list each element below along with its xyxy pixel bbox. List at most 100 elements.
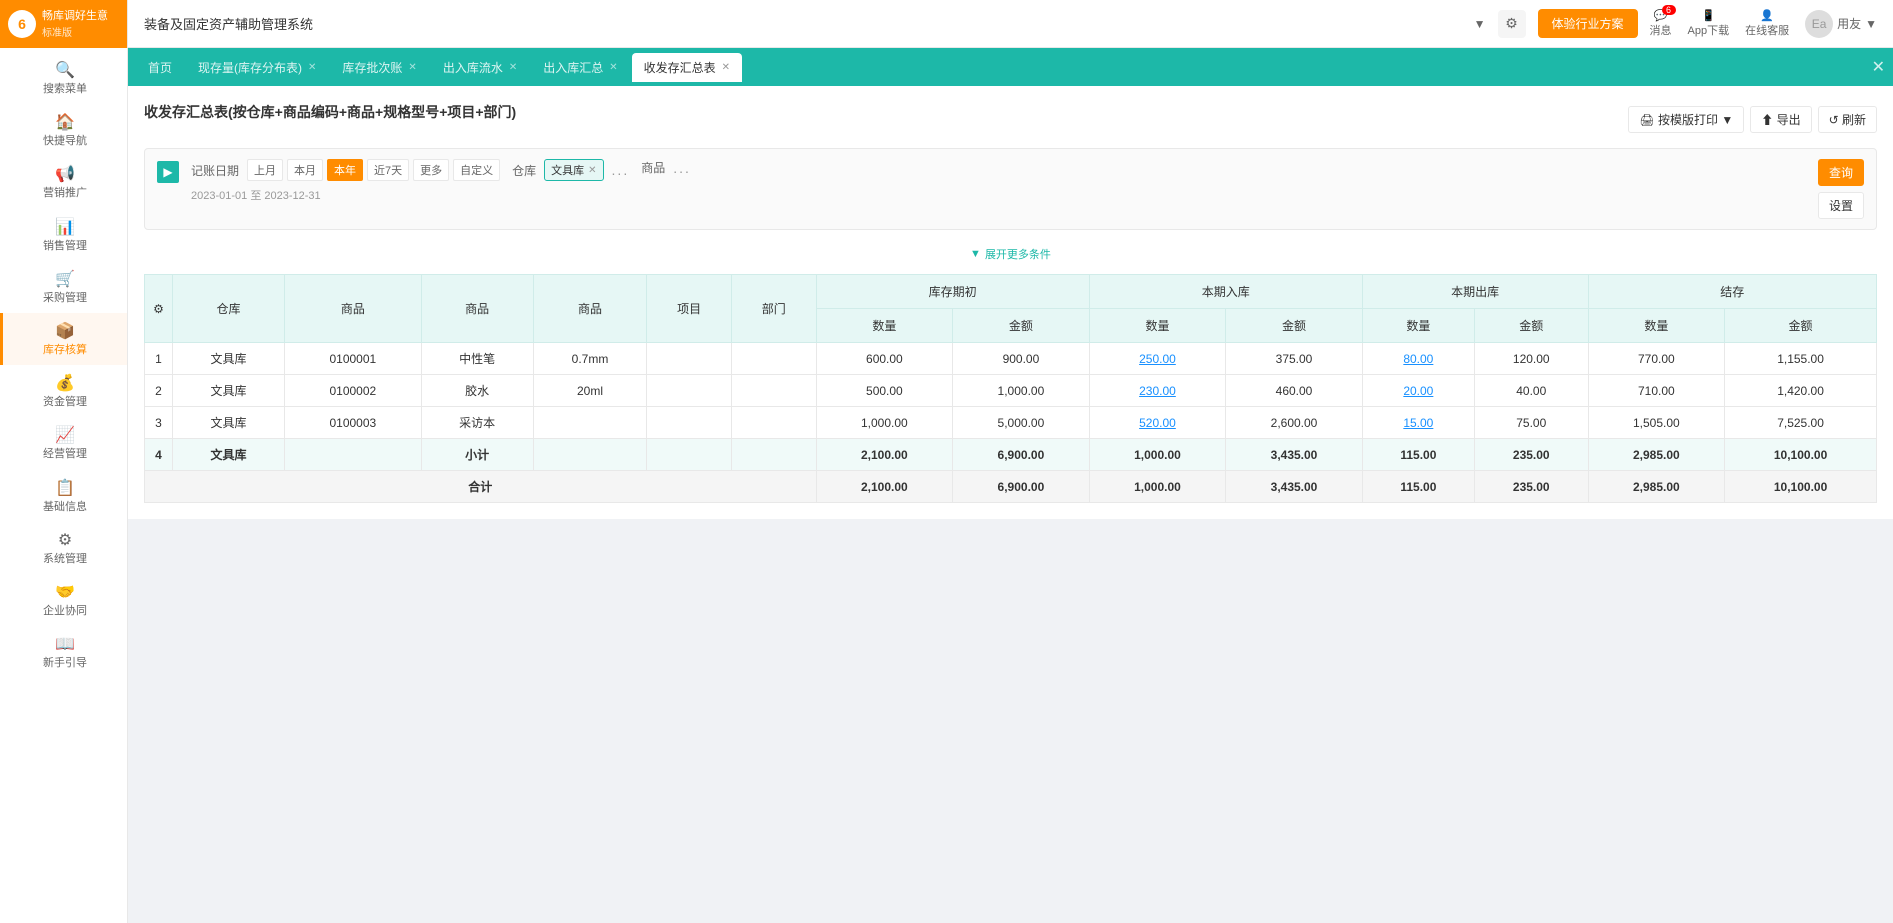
date-btn-近7天[interactable]: 近7天 [367, 159, 409, 181]
operation-icon: 📈 [55, 425, 75, 445]
tab-4[interactable]: 出入库汇总✕ [531, 53, 629, 82]
cell-closing-qty: 770.00 [1588, 343, 1725, 375]
th-project: 项目 [647, 275, 732, 343]
footer-in-qty: 1,000.00 [1089, 471, 1226, 503]
table-settings-button[interactable]: 设置 [1818, 192, 1864, 219]
logo-text: 畅库调好生意 标准版 [42, 9, 108, 38]
table-row: 2文具库0100002胶水20ml500.001,000.00230.00460… [145, 375, 1877, 407]
tab-close-2[interactable]: ✕ [408, 62, 416, 73]
refresh-button[interactable]: ↺ 刷新 [1818, 106, 1877, 133]
footer-opening-qty: 2,100.00 [816, 471, 953, 503]
cell-in-amt: 460.00 [1226, 375, 1363, 407]
cell-closing-amt: 1,155.00 [1725, 343, 1877, 375]
cell-in-qty[interactable]: 520.00 [1089, 407, 1226, 439]
system-dropdown[interactable]: ▼ [1474, 17, 1486, 31]
cell-in-qty[interactable]: 230.00 [1089, 375, 1226, 407]
sidebar-item-basic[interactable]: 📋 基础信息 [0, 470, 127, 522]
cell-seq: 2 [145, 375, 173, 407]
link-in-qty[interactable]: 230.00 [1139, 384, 1176, 398]
sidebar-label-marketing: 营销推广 [43, 187, 87, 200]
tab-close-1[interactable]: ✕ [308, 62, 316, 73]
page-title: 收发存汇总表(按仓库+商品编码+商品+规格型号+项目+部门) [144, 102, 516, 122]
sidebar-item-finance[interactable]: 💰 资金管理 [0, 365, 127, 417]
query-button[interactable]: 查询 [1818, 159, 1864, 186]
app-download-icon: 📱 [1701, 9, 1715, 22]
cell-in-qty[interactable]: 250.00 [1089, 343, 1226, 375]
sidebar-item-quick[interactable]: 🏠 快捷导航 [0, 104, 127, 156]
cell-goods-name: 中性笔 [421, 343, 533, 375]
warehouse-more[interactable]: ... [612, 162, 630, 178]
th-group-in: 本期入库 [1089, 275, 1362, 309]
tab-close-5[interactable]: ✕ [722, 62, 730, 73]
sidebar-label-basic: 基础信息 [43, 501, 87, 514]
tab-2[interactable]: 库存批次账✕ [330, 53, 428, 82]
tab-close-4[interactable]: ✕ [609, 62, 617, 73]
sidebar-item-sales[interactable]: 📊 销售管理 [0, 209, 127, 261]
tab-0[interactable]: 首页 [136, 53, 184, 82]
cell-in-amt: 375.00 [1226, 343, 1363, 375]
sidebar-item-search[interactable]: 🔍 搜索菜单 [0, 52, 127, 104]
tab-5[interactable]: 收发存汇总表✕ [632, 53, 742, 82]
date-btn-本月[interactable]: 本月 [287, 159, 323, 181]
link-out-qty[interactable]: 80.00 [1403, 352, 1433, 366]
cell-goods-spec: 20ml [533, 375, 647, 407]
footer-label: 合计 [145, 471, 817, 503]
date-btn-更多[interactable]: 更多 [413, 159, 449, 181]
table-gear-header[interactable]: ⚙ [145, 275, 173, 343]
online-service-icon: 👤 [1760, 9, 1774, 22]
sidebar-item-marketing[interactable]: 📢 营销推广 [0, 156, 127, 208]
system-title: 装备及固定资产辅助管理系统 [144, 14, 1462, 33]
cell-department [731, 439, 816, 471]
link-out-qty[interactable]: 20.00 [1403, 384, 1433, 398]
cell-department [731, 407, 816, 439]
main-area: 装备及固定资产辅助管理系统 ▼ ⚙ 体验行业方案 💬 消息 6 📱 App下载 … [128, 0, 1893, 923]
message-button[interactable]: 💬 消息 6 [1650, 9, 1672, 38]
tab-1[interactable]: 现存量(库存分布表)✕ [186, 53, 328, 82]
export-button[interactable]: ⬆ 导出 [1750, 106, 1811, 133]
link-in-qty[interactable]: 520.00 [1139, 416, 1176, 430]
tab-3[interactable]: 出入库流水✕ [431, 53, 529, 82]
filter-arrow-icon[interactable]: ▶ [157, 161, 179, 183]
user-label: 用友 [1837, 15, 1861, 32]
cell-goods-name: 采访本 [421, 407, 533, 439]
cell-opening-qty: 2,100.00 [816, 439, 953, 471]
cell-department [731, 343, 816, 375]
search-icon: 🔍 [55, 60, 75, 80]
expand-button[interactable]: ▼ 展开更多条件 [970, 246, 1051, 262]
app-download-button[interactable]: 📱 App下载 [1688, 9, 1730, 38]
warehouse-tag-close[interactable]: ✕ [588, 165, 596, 176]
cell-out-qty[interactable]: 20.00 [1362, 375, 1474, 407]
sidebar-item-operation[interactable]: 📈 经营管理 [0, 417, 127, 469]
page-actions: 🖨 按模版打印 ▼ ⬆ 导出 ↺ 刷新 [1628, 106, 1877, 133]
user-menu[interactable]: Ea 用友 ▼ [1805, 10, 1877, 38]
link-in-qty[interactable]: 250.00 [1139, 352, 1176, 366]
settings-icon[interactable]: ⚙ [1498, 10, 1526, 38]
online-service-button[interactable]: 👤 在线客服 [1745, 9, 1789, 38]
cell-out-qty[interactable]: 15.00 [1362, 407, 1474, 439]
sidebar-item-purchase[interactable]: 🛒 采购管理 [0, 261, 127, 313]
trial-button[interactable]: 体验行业方案 [1538, 9, 1638, 38]
footer-opening-amt: 6,900.00 [953, 471, 1090, 503]
table-row: 3文具库0100003采访本1,000.005,000.00520.002,60… [145, 407, 1877, 439]
link-out-qty[interactable]: 15.00 [1403, 416, 1433, 430]
sidebar: 6 畅库调好生意 标准版 🔍 搜索菜单 🏠 快捷导航 📢 营销推广 📊 销售管理… [0, 0, 128, 923]
sidebar-item-system[interactable]: ⚙ 系统管理 [0, 522, 127, 574]
print-button[interactable]: 🖨 按模版打印 ▼ [1628, 106, 1744, 133]
sidebar-item-guide[interactable]: 📖 新手引导 [0, 626, 127, 678]
cell-goods-name: 小计 [421, 439, 533, 471]
date-btn-本年[interactable]: 本年 [327, 159, 363, 181]
tabbar-close-all[interactable]: ✕ [1872, 57, 1885, 77]
cell-warehouse: 文具库 [173, 439, 285, 471]
th-goods-code: 商品 [285, 275, 422, 343]
guide-icon: 📖 [55, 634, 75, 654]
finance-icon: 💰 [55, 373, 75, 393]
sidebar-label-search: 搜索菜单 [43, 83, 87, 96]
cell-out-qty[interactable]: 80.00 [1362, 343, 1474, 375]
logo-icon: 6 [8, 10, 36, 38]
goods-more[interactable]: ... [673, 160, 691, 176]
date-btn-上月[interactable]: 上月 [247, 159, 283, 181]
date-btn-自定义[interactable]: 自定义 [453, 159, 500, 181]
tab-close-3[interactable]: ✕ [509, 62, 517, 73]
sidebar-item-enterprise[interactable]: 🤝 企业协同 [0, 574, 127, 626]
sidebar-item-inventory[interactable]: 📦 库存核算 [0, 313, 127, 365]
